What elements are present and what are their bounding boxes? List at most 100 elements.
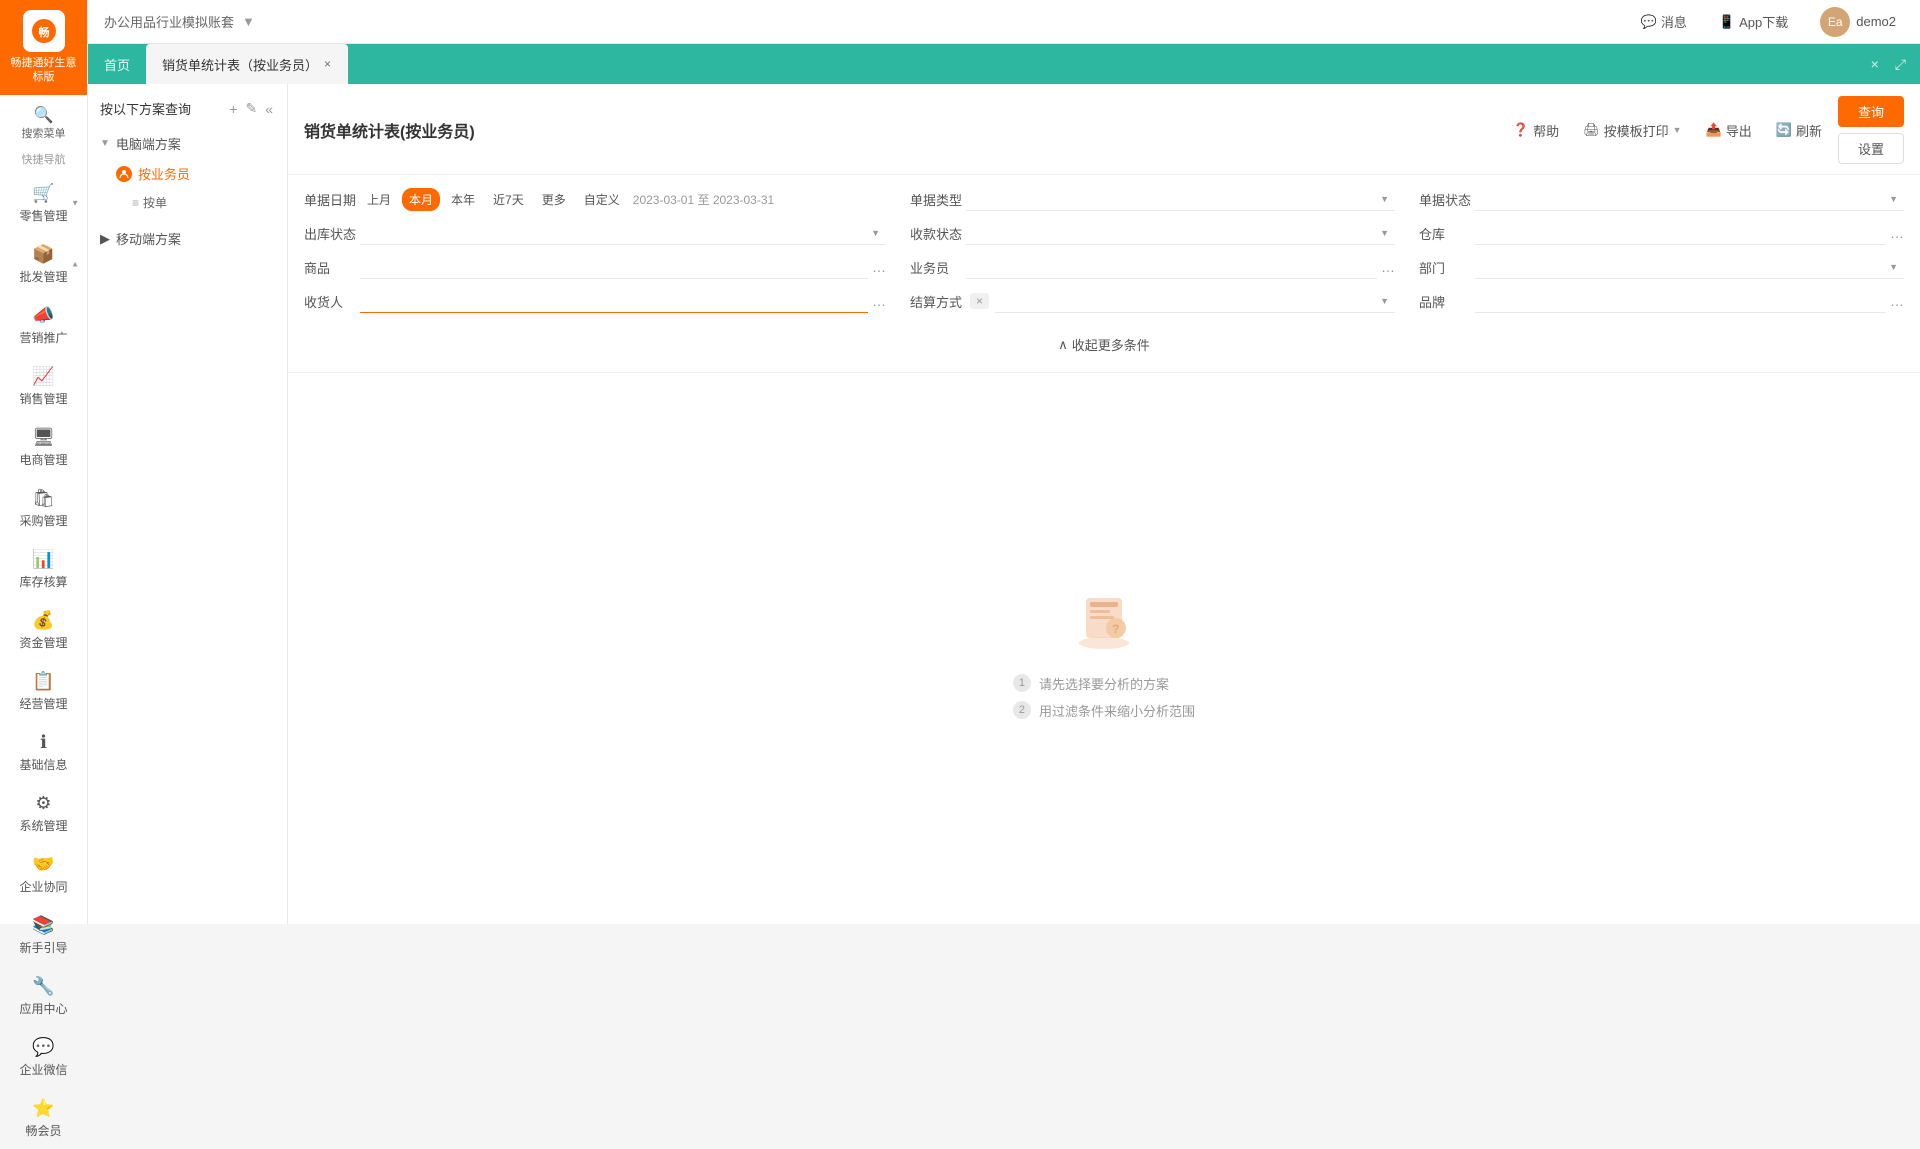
doc-type-select[interactable] xyxy=(966,187,1395,211)
tab-active[interactable]: 销货单统计表（按业务员） × xyxy=(146,44,348,84)
edit-scheme-button[interactable]: ✎ xyxy=(243,98,259,119)
salesperson-dots[interactable]: … xyxy=(1381,259,1395,275)
receipt-status-label: 收款状态 xyxy=(910,224,966,243)
product-dots[interactable]: … xyxy=(872,259,886,275)
sidebar-item-wholesale[interactable]: 📦 批发管理 ▲ xyxy=(0,234,87,295)
message-button[interactable]: 💬 消息 xyxy=(1633,8,1695,35)
date-btn-this-year[interactable]: 本年 xyxy=(444,188,482,211)
dept-select-wrapper xyxy=(1475,255,1904,279)
sidebar-item-operations[interactable]: 📋 经营管理 xyxy=(0,661,87,722)
desktop-section-header[interactable]: ▼ 电脑端方案 xyxy=(88,129,287,158)
refresh-button[interactable]: 🔄 刷新 xyxy=(1768,117,1830,144)
tab-close-button[interactable]: × xyxy=(1865,52,1885,76)
export-button[interactable]: 📤 导出 xyxy=(1698,117,1760,144)
print-button[interactable]: 🖨 按模板打印 ▼ xyxy=(1575,117,1689,144)
date-label: 单据日期 xyxy=(304,190,360,209)
sidebar-item-inventory[interactable]: 📊 库存核算 xyxy=(0,539,87,600)
user-menu-button[interactable]: Ea demo2 xyxy=(1812,3,1904,41)
content-area: 按以下方案查询 + ✎ « ▼ 电脑端方案 按业务员 xyxy=(88,84,1920,924)
sidebar-item-appcenter[interactable]: 🔧 应用中心 xyxy=(0,966,87,1027)
scheme-order[interactable]: ≡ 按单 xyxy=(88,189,287,216)
brand-input[interactable] xyxy=(1475,289,1886,313)
date-btn-more[interactable]: 更多 xyxy=(535,188,573,211)
breadcrumb-dropdown-icon[interactable]: ▼ xyxy=(242,14,255,29)
dept-select[interactable] xyxy=(1475,255,1904,279)
consignee-dots[interactable]: … xyxy=(872,293,886,309)
settlement-select[interactable] xyxy=(995,289,1395,313)
filter-row-2: 出库状态 收款状态 xyxy=(304,221,1904,245)
query-button[interactable]: 查询 xyxy=(1838,96,1904,127)
guide-icon: 📚 xyxy=(32,915,54,936)
sidebar-item-guide[interactable]: 📚 新手引导 xyxy=(0,905,87,966)
search-menu-button[interactable]: 🔍 搜索菜单 xyxy=(0,95,87,147)
basics-icon: ℹ xyxy=(40,732,47,753)
sidebar-item-enterprise[interactable]: 🤝 企业协同 xyxy=(0,844,87,905)
out-status-select-wrapper xyxy=(360,221,886,245)
doc-status-select-wrapper xyxy=(1475,187,1904,211)
main-area: 办公用品行业模拟账套 ▼ 💬 消息 📱 App下载 Ea demo2 首页 xyxy=(88,0,1920,924)
sidebar-item-system[interactable]: ⚙ 系统管理 xyxy=(0,783,87,844)
date-btn-this-month[interactable]: 本月 xyxy=(402,188,440,211)
tip-num-1: 1 xyxy=(1013,674,1031,692)
app-download-button[interactable]: 📱 App下载 xyxy=(1711,8,1796,35)
appcenter-icon: 🔧 xyxy=(32,976,54,997)
sidebar-item-operations-label: 经营管理 xyxy=(19,695,67,712)
collapse-conditions-button[interactable]: ∧ 收起更多条件 xyxy=(1058,329,1150,360)
help-button[interactable]: ❓ 帮助 xyxy=(1505,117,1567,144)
salesperson-input[interactable] xyxy=(966,255,1377,279)
sidebar-item-member[interactable]: ⭐ 畅会员 xyxy=(0,1088,87,1149)
tip-text-1: 请先选择要分析的方案 xyxy=(1039,674,1169,693)
print-dropdown-icon: ▼ xyxy=(1673,125,1682,135)
out-status-select[interactable] xyxy=(360,221,886,245)
logo-text: 畅捷通好生意 标版 xyxy=(8,56,79,85)
settlement-tag-close[interactable]: × xyxy=(976,294,983,308)
receipt-status-select[interactable] xyxy=(966,221,1395,245)
left-panel-header: 按以下方案查询 + ✎ « xyxy=(88,92,287,125)
settings-button[interactable]: 设置 xyxy=(1838,133,1904,164)
date-btn-last-month[interactable]: 上月 xyxy=(360,188,398,211)
sidebar-item-wechat[interactable]: 💬 企业微信 xyxy=(0,1027,87,1088)
date-filter-group: 上月 本月 本年 近7天 更多 自定义 2023-03-01 至 2023-03… xyxy=(360,188,886,211)
sidebar-item-appcenter-label: 应用中心 xyxy=(19,1000,67,1017)
consignee-input[interactable] xyxy=(360,289,868,313)
scheme-salesperson[interactable]: 按业务员 xyxy=(88,158,287,189)
date-btn-custom[interactable]: 自定义 xyxy=(577,188,627,211)
date-btn-7days[interactable]: 近7天 xyxy=(486,188,531,211)
product-input[interactable] xyxy=(360,255,868,279)
sidebar-item-ecommerce[interactable]: 🖥 电商管理 xyxy=(0,417,87,478)
desktop-section: ▼ 电脑端方案 按业务员 ≡ 按单 xyxy=(88,125,287,220)
breadcrumb-text: 办公用品行业模拟账套 xyxy=(104,12,234,31)
filter-product: 商品 … xyxy=(304,255,886,279)
sidebar-item-marketing[interactable]: 📣 营销推广 xyxy=(0,295,87,356)
refresh-label: 刷新 xyxy=(1796,121,1822,140)
mobile-section-header[interactable]: ▶ 移动端方案 xyxy=(88,224,287,253)
warehouse-input[interactable] xyxy=(1475,221,1886,245)
sidebar-item-finance[interactable]: 💰 资金管理 xyxy=(0,600,87,661)
scheme-salesperson-label: 按业务员 xyxy=(138,164,190,183)
tab-home[interactable]: 首页 xyxy=(88,44,146,84)
product-label: 商品 xyxy=(304,258,360,277)
sidebar-item-basics[interactable]: ℹ 基础信息 xyxy=(0,722,87,783)
filter-row-1: 单据日期 上月 本月 本年 近7天 更多 自定义 2023-03-01 至 20… xyxy=(304,187,1904,211)
tip-num-2: 2 xyxy=(1013,701,1031,719)
page-title: 销货单统计表(按业务员) xyxy=(304,118,475,142)
mobile-section: ▶ 移动端方案 xyxy=(88,220,287,257)
warehouse-dots[interactable]: … xyxy=(1890,225,1904,241)
breadcrumb: 办公用品行业模拟账套 ▼ xyxy=(104,12,1617,31)
sidebar-logo[interactable]: 畅 畅捷通好生意 标版 xyxy=(0,0,87,95)
doc-status-select[interactable] xyxy=(1475,187,1904,211)
settlement-label: 结算方式 xyxy=(910,292,966,311)
sidebar-item-sales[interactable]: 📈 销售管理 xyxy=(0,356,87,417)
brand-dots[interactable]: … xyxy=(1890,293,1904,309)
collapse-panel-button[interactable]: « xyxy=(263,99,275,119)
sidebar-item-retail[interactable]: 🛒 零售管理 ▼ xyxy=(0,173,87,234)
tab-maximize-button[interactable]: ⤢ xyxy=(1889,52,1912,77)
scheme-salesperson-icon xyxy=(116,166,132,182)
tab-close-icon[interactable]: × xyxy=(324,57,331,71)
add-scheme-button[interactable]: + xyxy=(227,99,239,119)
dept-label: 部门 xyxy=(1419,258,1475,277)
sidebar-item-finance-label: 资金管理 xyxy=(19,634,67,651)
doc-status-label: 单据状态 xyxy=(1419,190,1475,209)
sidebar-item-purchase[interactable]: 🛍 采购管理 xyxy=(0,478,87,539)
settlement-select-wrapper xyxy=(995,289,1395,313)
